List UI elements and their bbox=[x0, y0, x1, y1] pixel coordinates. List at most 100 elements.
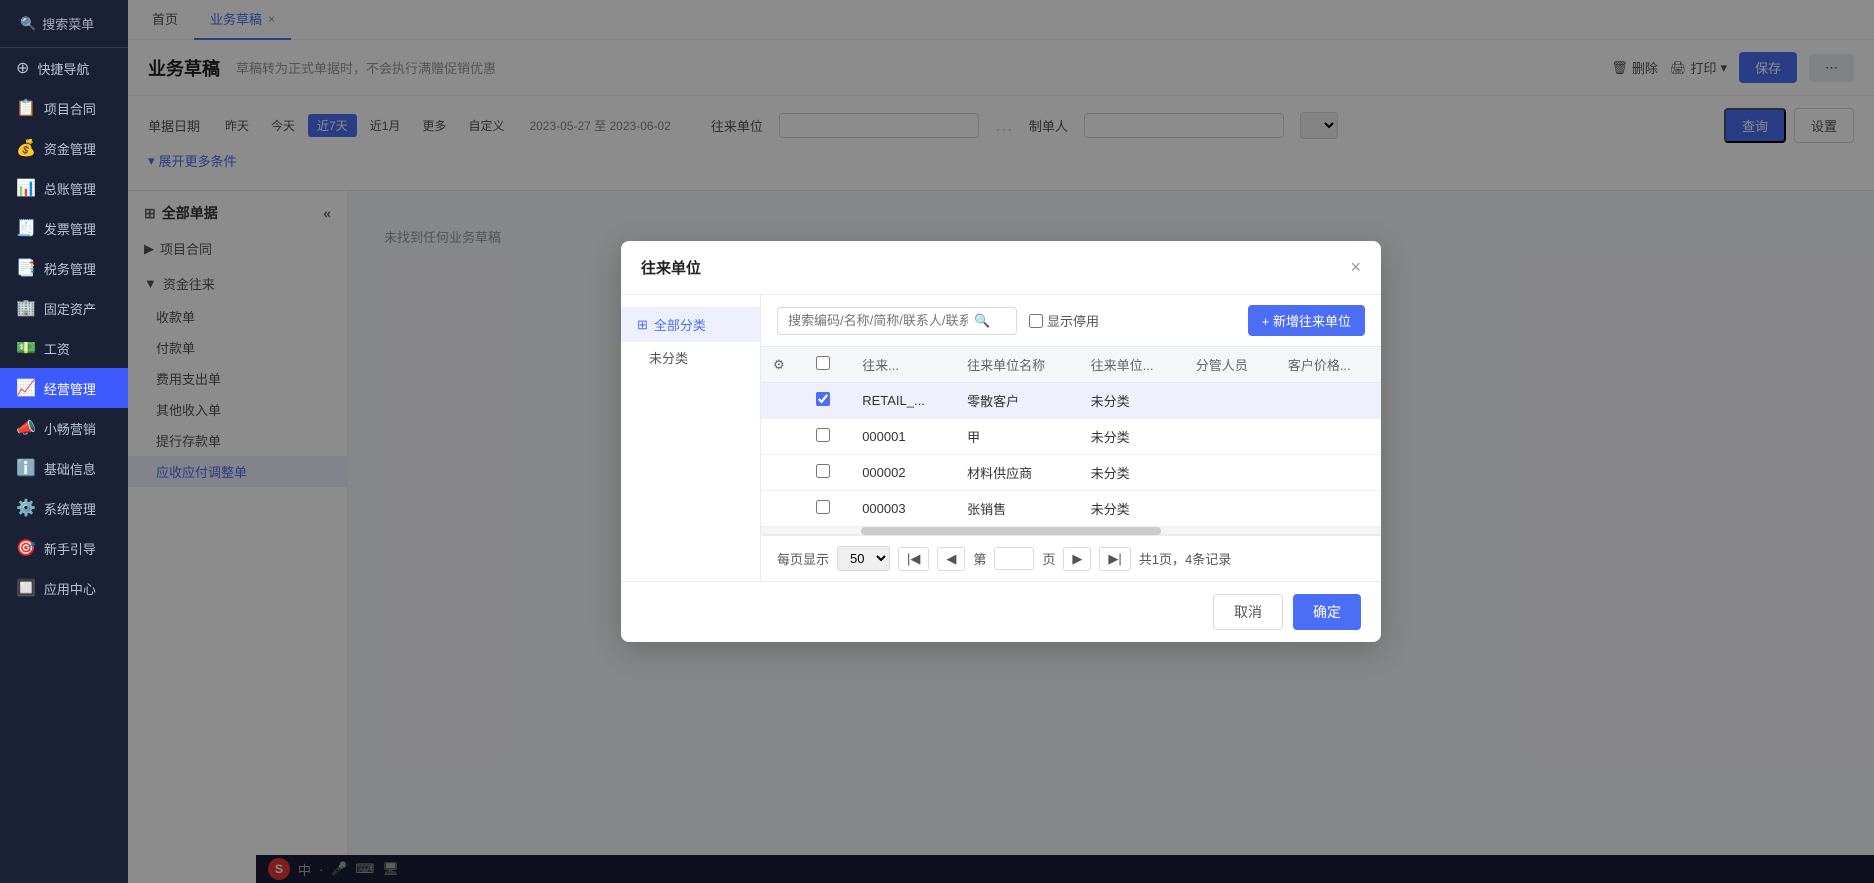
grid-icon: ⊞ bbox=[637, 317, 648, 333]
total-record-label: 共1页，4条记录 bbox=[1139, 549, 1231, 568]
row-category: 未分类 bbox=[1079, 419, 1184, 455]
show-disabled-check[interactable] bbox=[1029, 314, 1043, 328]
row-select-checkbox[interactable] bbox=[816, 428, 830, 442]
row-price-level bbox=[1276, 383, 1381, 419]
modal-table-wrap: ⚙ 往来... 往来单位名称 往来单位... 分管人员 客户价格... bbox=[761, 347, 1381, 527]
row-checkbox[interactable] bbox=[804, 491, 850, 527]
row-settings bbox=[761, 455, 804, 491]
project-contract-icon: 📋 bbox=[16, 98, 36, 118]
sidebar-item-fixed-assets[interactable]: 🏢 固定资产 bbox=[0, 288, 128, 328]
settings-icon[interactable]: ⚙ bbox=[773, 357, 785, 372]
row-checkbox[interactable] bbox=[804, 383, 850, 419]
sidebar-item-label: 税务管理 bbox=[44, 259, 96, 278]
search-icon: 🔍 bbox=[974, 313, 990, 329]
add-partner-button[interactable]: + 新增往来单位 bbox=[1248, 305, 1365, 336]
modal-toolbar: 🔍 显示停用 + 新增往来单位 bbox=[761, 295, 1381, 347]
modal-sidebar-uncategorized[interactable]: 未分类 bbox=[621, 342, 760, 373]
modal-sidebar: ⊞ 全部分类 未分类 bbox=[621, 295, 761, 581]
row-select-checkbox[interactable] bbox=[816, 392, 830, 406]
modal-search-input[interactable] bbox=[788, 313, 968, 328]
sidebar-item-tax-mgmt[interactable]: 📑 税务管理 bbox=[0, 248, 128, 288]
sidebar-item-ops-mgmt[interactable]: 📈 经营管理 bbox=[0, 368, 128, 408]
row-salesperson bbox=[1184, 383, 1276, 419]
modal-search-box[interactable]: 🔍 bbox=[777, 307, 1017, 335]
row-salesperson bbox=[1184, 491, 1276, 527]
sidebar-item-project-contract[interactable]: 📋 项目合同 bbox=[0, 88, 128, 128]
sidebar-item-label: 总账管理 bbox=[44, 179, 96, 198]
confirm-button[interactable]: 确定 bbox=[1293, 594, 1361, 630]
table-row[interactable]: RETAIL_... 零散客户 未分类 bbox=[761, 383, 1381, 419]
sidebar-item-label: 项目合同 bbox=[44, 99, 96, 118]
sidebar-item-quick-nav[interactable]: ⊕ 快捷导航 bbox=[0, 48, 128, 88]
modal-sidebar-all-category[interactable]: ⊞ 全部分类 bbox=[621, 307, 760, 342]
per-page-select[interactable]: 50 bbox=[837, 546, 890, 571]
row-select-checkbox[interactable] bbox=[816, 464, 830, 478]
sidebar-item-new-guide[interactable]: 🎯 新手引导 bbox=[0, 528, 128, 568]
sidebar-item-label: 工资 bbox=[44, 339, 70, 358]
row-name: 张销售 bbox=[955, 491, 1079, 527]
col-salesperson: 分管人员 bbox=[1184, 347, 1276, 383]
sidebar-item-marketing[interactable]: 📣 小畅营销 bbox=[0, 408, 128, 448]
sidebar-header: 🔍 搜索菜单 bbox=[0, 0, 128, 48]
row-code: RETAIL_... bbox=[850, 383, 955, 419]
cancel-button[interactable]: 取消 bbox=[1213, 594, 1283, 630]
sidebar-item-sys-mgmt[interactable]: ⚙️ 系统管理 bbox=[0, 488, 128, 528]
basic-info-icon: ℹ️ bbox=[16, 458, 36, 478]
table-horizontal-scrollbar[interactable] bbox=[761, 527, 1381, 535]
invoice-mgmt-icon: 🧾 bbox=[16, 218, 36, 238]
table-row[interactable]: 000001 甲 未分类 bbox=[761, 419, 1381, 455]
scrollbar-thumb[interactable] bbox=[861, 527, 1161, 535]
sidebar-search-label: 搜索菜单 bbox=[42, 14, 94, 33]
sidebar-item-fund-mgmt[interactable]: 💰 资金管理 bbox=[0, 128, 128, 168]
show-disabled-label: 显示停用 bbox=[1047, 311, 1099, 330]
col-settings: ⚙ bbox=[761, 347, 804, 383]
col-category: 往来单位... bbox=[1079, 347, 1184, 383]
sidebar-item-app-center[interactable]: 🔲 应用中心 bbox=[0, 568, 128, 608]
next-page-button[interactable]: ▶ bbox=[1063, 547, 1091, 571]
row-checkbox[interactable] bbox=[804, 419, 850, 455]
sidebar-item-payroll[interactable]: 💵 工资 bbox=[0, 328, 128, 368]
fixed-assets-icon: 🏢 bbox=[16, 298, 36, 318]
row-name: 零散客户 bbox=[955, 383, 1079, 419]
table-row[interactable]: 000002 材料供应商 未分类 bbox=[761, 455, 1381, 491]
sidebar-item-label: 小畅营销 bbox=[44, 419, 96, 438]
row-code: 000003 bbox=[850, 491, 955, 527]
sidebar-item-label: 发票管理 bbox=[44, 219, 96, 238]
modal-main: 🔍 显示停用 + 新增往来单位 ⚙ bbox=[761, 295, 1381, 581]
col-code: 往来... bbox=[850, 347, 955, 383]
modal-close-button[interactable]: × bbox=[1350, 257, 1361, 278]
page-label-pre: 第 bbox=[973, 549, 986, 568]
sidebar-item-label: 快捷导航 bbox=[37, 59, 89, 78]
row-price-level bbox=[1276, 491, 1381, 527]
table-row[interactable]: 000003 张销售 未分类 bbox=[761, 491, 1381, 527]
sidebar-search-button[interactable]: 🔍 搜索菜单 bbox=[12, 10, 102, 37]
first-page-button[interactable]: |◀ bbox=[898, 547, 929, 571]
row-price-level bbox=[1276, 455, 1381, 491]
modal-pagination: 每页显示 50 |◀ ◀ 第 1 页 ▶ ▶| 共1页，4条记录 bbox=[761, 535, 1381, 581]
row-name: 材料供应商 bbox=[955, 455, 1079, 491]
row-code: 000002 bbox=[850, 455, 955, 491]
row-checkbox[interactable] bbox=[804, 455, 850, 491]
sidebar-item-label: 应用中心 bbox=[44, 579, 96, 598]
row-settings bbox=[761, 383, 804, 419]
row-select-checkbox[interactable] bbox=[816, 500, 830, 514]
row-salesperson bbox=[1184, 419, 1276, 455]
modal-sidebar-uncategorized-label: 未分类 bbox=[649, 351, 688, 366]
fund-mgmt-icon: 💰 bbox=[16, 138, 36, 158]
modal-footer: 取消 确定 bbox=[621, 581, 1381, 642]
sidebar-item-label: 固定资产 bbox=[44, 299, 96, 318]
last-page-button[interactable]: ▶| bbox=[1099, 547, 1130, 571]
sidebar-item-invoice-mgmt[interactable]: 🧾 发票管理 bbox=[0, 208, 128, 248]
row-category: 未分类 bbox=[1079, 383, 1184, 419]
row-name: 甲 bbox=[955, 419, 1079, 455]
prev-page-button[interactable]: ◀ bbox=[937, 547, 965, 571]
modal-overlay[interactable]: 往来单位 × ⊞ 全部分类 未分类 bbox=[128, 0, 1874, 883]
show-disabled-checkbox[interactable]: 显示停用 bbox=[1029, 311, 1099, 330]
row-salesperson bbox=[1184, 455, 1276, 491]
select-all-checkbox[interactable] bbox=[816, 356, 830, 370]
page-number-input[interactable]: 1 bbox=[994, 547, 1034, 570]
modal-table: ⚙ 往来... 往来单位名称 往来单位... 分管人员 客户价格... bbox=[761, 347, 1381, 527]
col-name: 往来单位名称 bbox=[955, 347, 1079, 383]
sidebar-item-basic-info[interactable]: ℹ️ 基础信息 bbox=[0, 448, 128, 488]
sidebar-item-account-mgmt[interactable]: 📊 总账管理 bbox=[0, 168, 128, 208]
